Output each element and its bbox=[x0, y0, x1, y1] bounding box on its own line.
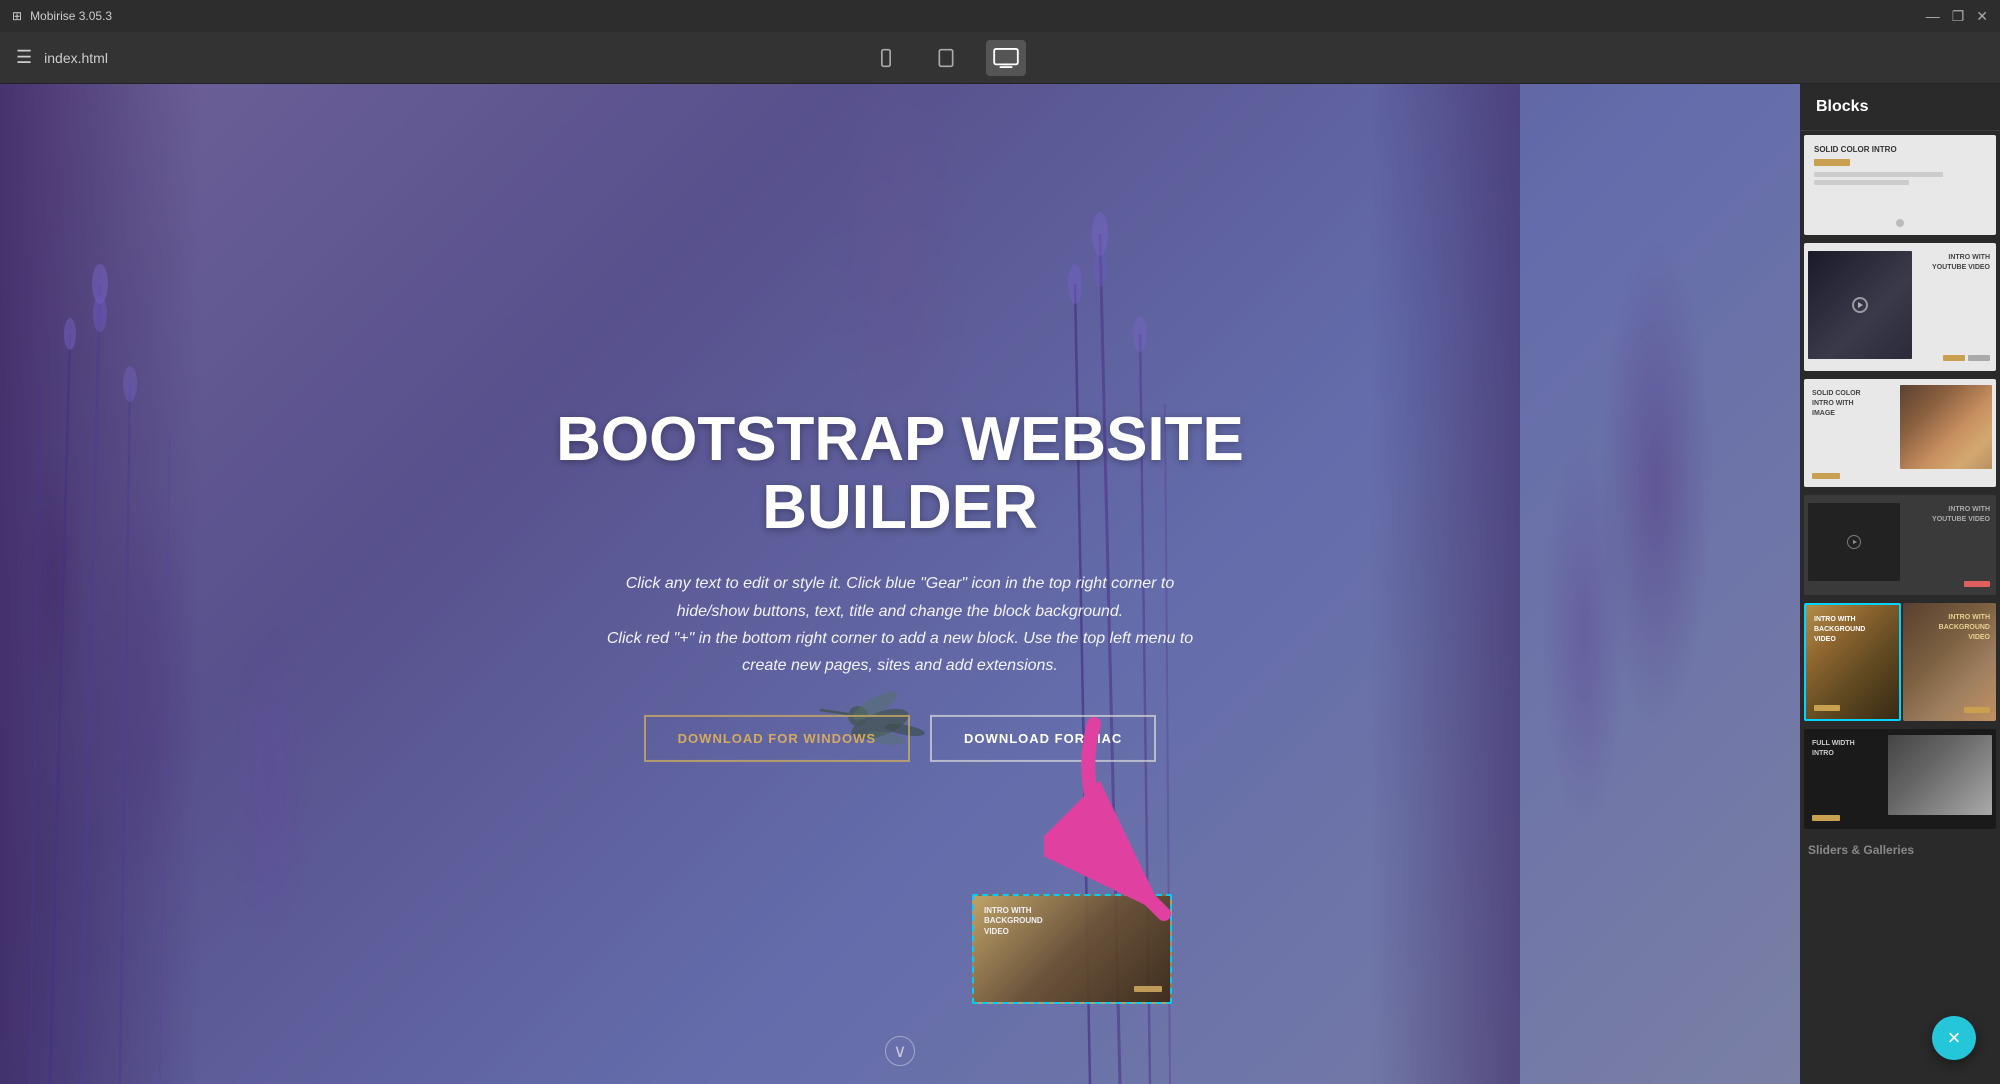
card-1-line-1 bbox=[1814, 172, 1943, 177]
card-6-button bbox=[1812, 815, 1840, 821]
app-icon: ⊞ bbox=[12, 9, 22, 23]
blocks-panel: Blocks SOLID COLOR INTRO INTRO WITHYOUTU… bbox=[1800, 84, 2000, 1084]
drag-indicator-arrow bbox=[1044, 714, 1244, 934]
mobile-view-button[interactable] bbox=[866, 40, 906, 76]
block-card-intro-youtube-2[interactable]: INTRO WITHYOUTUBE VIDEO bbox=[1804, 495, 1996, 595]
close-button[interactable]: ✕ bbox=[1976, 8, 1988, 25]
card-6-label: FULL WIDTHINTRO bbox=[1812, 739, 1855, 759]
desktop-view-button[interactable] bbox=[986, 40, 1026, 76]
fab-close-button[interactable]: × bbox=[1932, 1016, 1976, 1060]
download-windows-button[interactable]: DOWNLOAD FOR WINDOWS bbox=[644, 715, 910, 762]
card-1-dot bbox=[1896, 219, 1904, 227]
card-3-label: SOLID COLORINTRO WITHIMAGE bbox=[1812, 389, 1861, 418]
card-3-image bbox=[1900, 385, 1992, 469]
card-2-label: INTRO WITHYOUTUBE VIDEO bbox=[1932, 253, 1990, 273]
card-2-thumbnail bbox=[1808, 251, 1912, 359]
minimize-button[interactable]: — bbox=[1926, 8, 1940, 25]
card-5b-label: INTRO WITHBACKGROUNDVIDEO bbox=[1939, 613, 1990, 642]
card-5-pair: INTRO WITHBACKGROUNDVIDEO INTRO WITHBACK… bbox=[1804, 603, 1996, 721]
drag-preview-cta bbox=[1134, 986, 1162, 992]
toolbar: ☰ index.html bbox=[0, 32, 2000, 84]
filename-label: index.html bbox=[44, 50, 108, 66]
hero-description[interactable]: Click any text to edit or style it. Clic… bbox=[550, 570, 1250, 679]
card-6-thumbnail bbox=[1888, 735, 1992, 815]
main-area: BOOTSTRAP WEBSITE BUILDER Click any text… bbox=[0, 84, 2000, 1084]
block-card-intro-bgvideo-active[interactable]: INTRO WITHBACKGROUNDVIDEO bbox=[1804, 603, 1901, 721]
card-5-label: INTRO WITHBACKGROUNDVIDEO bbox=[1814, 615, 1865, 644]
drag-preview-label: INTRO WITHBACKGROUNDVIDEO bbox=[984, 906, 1043, 937]
card-1-title: SOLID COLOR INTRO bbox=[1814, 145, 1986, 154]
block-card-intro-youtube-1[interactable]: INTRO WITHYOUTUBE VIDEO bbox=[1804, 243, 1996, 371]
card-1-line-2 bbox=[1814, 180, 1909, 185]
card-3-button bbox=[1812, 473, 1840, 479]
tablet-view-button[interactable] bbox=[926, 40, 966, 76]
hero-content: BOOTSTRAP WEBSITE BUILDER Click any text… bbox=[550, 406, 1250, 762]
menu-button[interactable]: ☰ bbox=[16, 47, 32, 68]
block-card-solid-color-intro[interactable]: SOLID COLOR INTRO bbox=[1804, 135, 1996, 235]
hero-background: BOOTSTRAP WEBSITE BUILDER Click any text… bbox=[0, 84, 1800, 1084]
card-1-button bbox=[1814, 159, 1850, 166]
card-4-label: INTRO WITHYOUTUBE VIDEO bbox=[1932, 505, 1990, 525]
block-card-intro-bgvideo-dark[interactable]: INTRO WITHBACKGROUNDVIDEO bbox=[1903, 603, 1996, 721]
titlebar: ⊞ Mobirise 3.05.3 — ❐ ✕ bbox=[0, 0, 2000, 32]
restore-button[interactable]: ❐ bbox=[1952, 8, 1965, 25]
hero-title: BOOTSTRAP WEBSITE BUILDER bbox=[550, 406, 1250, 542]
block-card-full-width-intro[interactable]: FULL WIDTHINTRO bbox=[1804, 729, 1996, 829]
canvas-area: BOOTSTRAP WEBSITE BUILDER Click any text… bbox=[0, 84, 1800, 1084]
section-sliders-galleries: Sliders & Galleries bbox=[1800, 833, 2000, 863]
card-5-button bbox=[1814, 705, 1840, 711]
blocks-panel-header: Blocks bbox=[1800, 84, 2000, 131]
app-title: Mobirise 3.05.3 bbox=[30, 9, 112, 23]
block-card-solid-color-image[interactable]: SOLID COLORINTRO WITHIMAGE bbox=[1804, 379, 1996, 487]
lavender-right bbox=[1370, 84, 1520, 1084]
card-4-thumbnail bbox=[1808, 503, 1900, 581]
scroll-down-button[interactable]: ∨ bbox=[885, 1036, 915, 1066]
lavender-left bbox=[0, 84, 200, 1084]
card-2-buttons bbox=[1943, 355, 1990, 361]
card-4-button bbox=[1964, 581, 1990, 587]
card-5b-button bbox=[1964, 707, 1990, 713]
